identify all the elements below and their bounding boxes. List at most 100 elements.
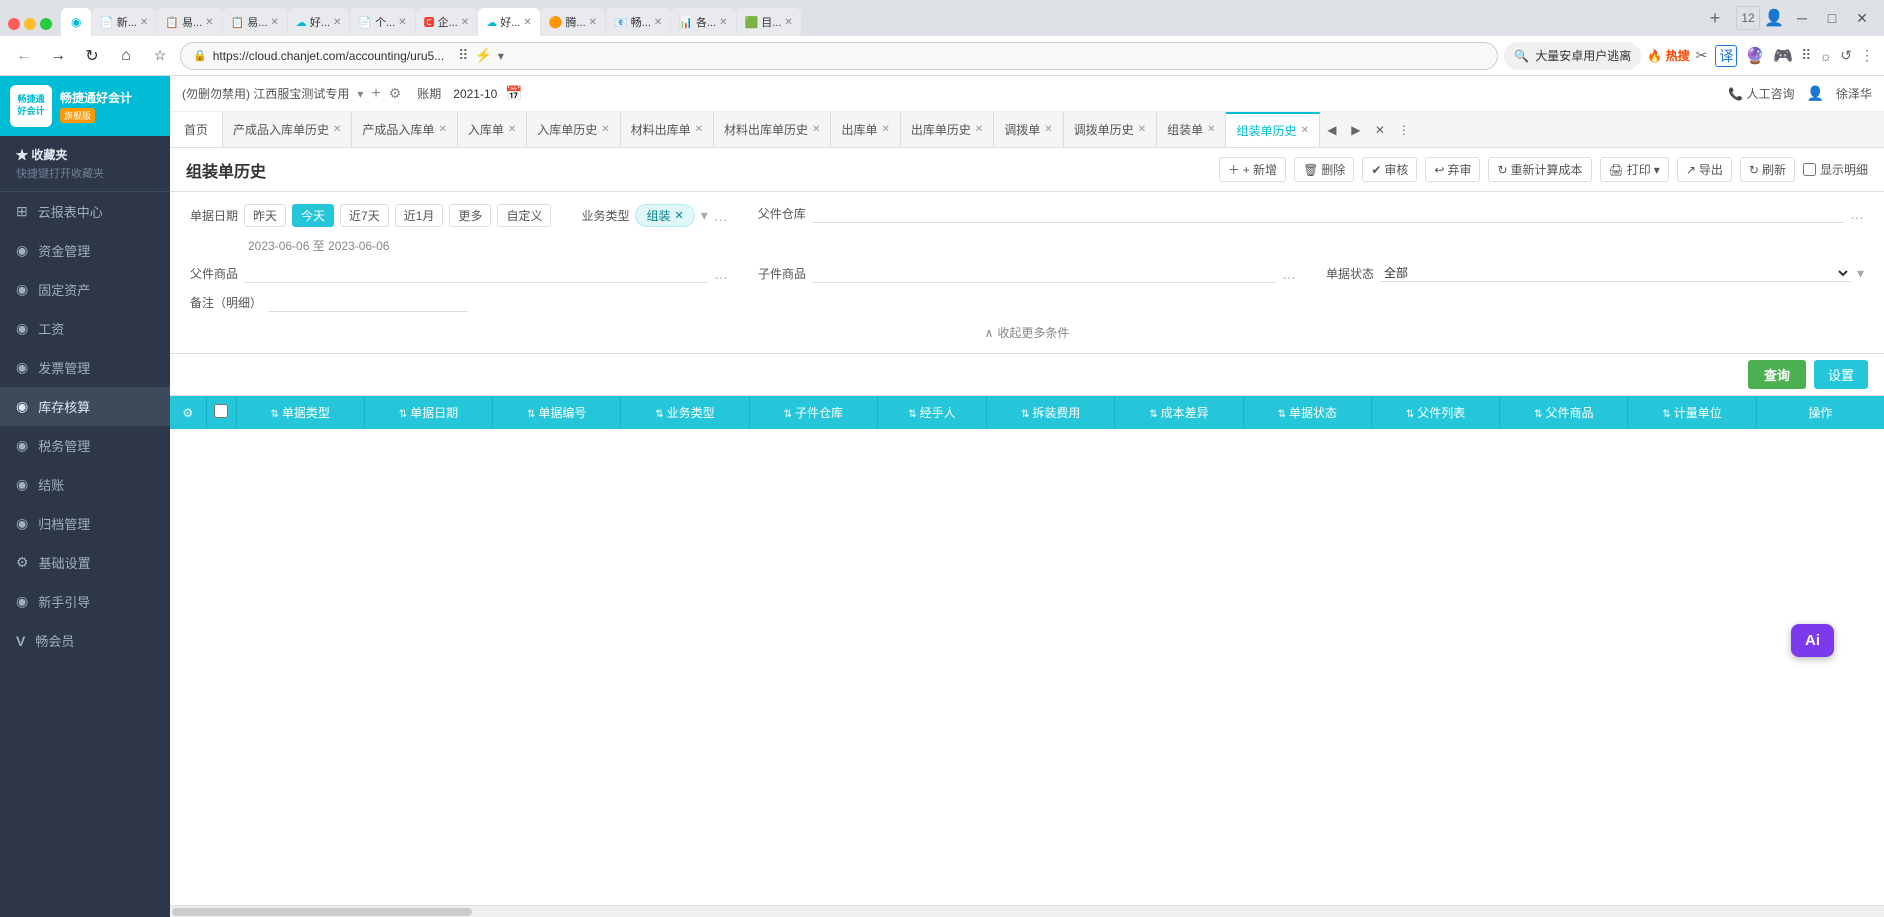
undo-icon[interactable]: ↺ xyxy=(1840,47,1852,64)
nav-back[interactable]: ← xyxy=(10,42,38,70)
tab-add-btn[interactable]: + xyxy=(1703,6,1727,30)
company-dropdown[interactable]: ▾ xyxy=(357,87,363,101)
win-minimize[interactable]: ─ xyxy=(1788,6,1816,30)
minimize-btn[interactable] xyxy=(24,18,36,30)
th-child-warehouse[interactable]: ⇅子件仓库 xyxy=(749,396,877,429)
tab-nav-item-9[interactable]: 调拨单 ✕ xyxy=(994,112,1063,148)
tab-close-8[interactable]: ✕ xyxy=(654,17,662,28)
tab-7[interactable]: 🟠 腾... ✕ xyxy=(541,8,605,36)
biz-type-dropdown[interactable]: ▾ xyxy=(701,207,708,224)
tab-6[interactable]: 🅲 企... ✕ xyxy=(416,8,478,36)
audit-btn[interactable]: ✔ 审核 xyxy=(1362,157,1417,182)
grid-icon[interactable]: ⠿ xyxy=(1801,47,1811,64)
nav-forward[interactable]: → xyxy=(44,42,72,70)
sidebar-item-closing[interactable]: ◉ 结账 xyxy=(0,465,170,504)
biz-type-tag[interactable]: 组装 ✕ xyxy=(635,204,694,227)
bottom-scrollbar[interactable] xyxy=(170,905,1884,917)
tab-close-1[interactable]: ✕ xyxy=(140,17,148,28)
date-btn-today[interactable]: 今天 xyxy=(292,204,334,227)
tab-5[interactable]: 📄 个... ✕ xyxy=(350,8,414,36)
tab-close-7[interactable]: ✕ xyxy=(589,17,597,28)
date-btn-7days[interactable]: 近7天 xyxy=(340,204,389,227)
browser-tab-ai-icon[interactable]: ◉ xyxy=(61,8,91,36)
sidebar-item-invoice[interactable]: ◉ 发票管理 xyxy=(0,348,170,387)
recalc-btn[interactable]: ↻ 重新计算成本 xyxy=(1488,157,1591,182)
maximize-btn[interactable] xyxy=(40,18,52,30)
close-tab-3[interactable]: ✕ xyxy=(508,124,516,135)
child-goods-more[interactable]: … xyxy=(1282,266,1296,282)
th-order-type[interactable]: ⇅单据类型 xyxy=(236,396,364,429)
print-btn[interactable]: 🖨 打印 ▾ xyxy=(1600,157,1669,182)
tab-close-9[interactable]: ✕ xyxy=(719,17,727,28)
user-service[interactable]: 📞 人工咨询 xyxy=(1728,85,1794,102)
win-restore[interactable]: □ xyxy=(1818,6,1846,30)
new-btn[interactable]: ＋ + 新增 xyxy=(1219,157,1286,182)
tab-10[interactable]: 🟩 目... ✕ xyxy=(737,8,801,36)
profile-icon[interactable]: 👤 xyxy=(1762,6,1786,30)
tab-more-menu[interactable]: ⋮ xyxy=(1392,112,1416,148)
export-btn[interactable]: ↗ 导出 xyxy=(1677,157,1732,182)
parent-goods-input[interactable] xyxy=(244,264,708,283)
company-settings-icon[interactable]: ⚙ xyxy=(389,85,402,102)
close-tab-1[interactable]: ✕ xyxy=(333,124,341,135)
select-all-checkbox[interactable] xyxy=(214,404,228,418)
refresh-btn[interactable]: ↻ 刷新 xyxy=(1740,157,1795,182)
tab-active[interactable]: ☁ 好... ✕ xyxy=(478,8,540,36)
order-status-dropdown[interactable]: ▾ xyxy=(1857,265,1864,282)
tab-3[interactable]: 📋 易... ✕ xyxy=(223,8,287,36)
th-cost-diff[interactable]: ⇅成本差异 xyxy=(1115,396,1243,429)
sidebar-item-reports[interactable]: ⊞ 云报表中心 xyxy=(0,192,170,231)
tab-close-6[interactable]: ✕ xyxy=(461,17,469,28)
tab-4[interactable]: ☁ 好... ✕ xyxy=(288,8,350,36)
nav-star[interactable]: ☆ xyxy=(146,42,174,70)
close-tab-10[interactable]: ✕ xyxy=(1138,124,1146,135)
user-avatar[interactable]: 👤 xyxy=(1807,85,1824,102)
biz-type-more[interactable]: … xyxy=(714,208,728,224)
address-bar[interactable]: 🔒 https://cloud.chanjet.com/accounting/u… xyxy=(180,42,1498,70)
collapse-btn[interactable]: ∧ 收起更多条件 xyxy=(190,320,1864,345)
nav-home[interactable]: ⌂ xyxy=(112,42,140,70)
ai-badge[interactable]: Ai xyxy=(1791,624,1834,657)
tab-nav-item-11[interactable]: 组装单 ✕ xyxy=(1157,112,1226,148)
close-tab-5[interactable]: ✕ xyxy=(695,124,703,135)
tab-nav-item-8[interactable]: 出库单历史 ✕ xyxy=(901,112,994,148)
date-btn-more[interactable]: 更多 xyxy=(449,204,491,227)
date-btn-yesterday[interactable]: 昨天 xyxy=(244,204,286,227)
query-btn[interactable]: 查询 xyxy=(1748,360,1806,389)
delete-btn[interactable]: 🗑 删除 xyxy=(1294,157,1354,182)
tab-nav-item-7[interactable]: 出库单 ✕ xyxy=(831,112,900,148)
show-detail-checkbox[interactable]: 显示明细 xyxy=(1803,161,1868,178)
close-tab-9[interactable]: ✕ xyxy=(1044,124,1052,135)
close-tab-4[interactable]: ✕ xyxy=(601,124,609,135)
tab-more-x[interactable]: ✕ xyxy=(1368,112,1392,148)
th-order-date[interactable]: ⇅单据日期 xyxy=(364,396,492,429)
tab-8[interactable]: 📧 畅... ✕ xyxy=(606,8,670,36)
sidebar-item-funds[interactable]: ◉ 资金管理 xyxy=(0,231,170,270)
th-unit[interactable]: ⇅计量单位 xyxy=(1628,396,1756,429)
tab-close-4[interactable]: ✕ xyxy=(333,17,341,28)
tab-overflow[interactable]: 12 xyxy=(1736,6,1760,30)
close-btn[interactable] xyxy=(8,18,20,30)
sidebar-item-archive[interactable]: ◉ 归档管理 xyxy=(0,504,170,543)
translate-icon[interactable]: 译 xyxy=(1715,45,1737,67)
tab-nav-item-5[interactable]: 材料出库单 ✕ xyxy=(621,112,714,148)
tab-nav-item-active[interactable]: 组装单历史 ✕ xyxy=(1226,112,1319,148)
th-parent-list[interactable]: ⇅父件列表 xyxy=(1371,396,1499,429)
th-handler[interactable]: ⇅经手人 xyxy=(877,396,986,429)
sidebar-item-salary[interactable]: ◉ 工资 xyxy=(0,309,170,348)
tab-close-3[interactable]: ✕ xyxy=(270,17,278,28)
th-disassemble-fee[interactable]: ⇅拆装费用 xyxy=(987,396,1115,429)
th-checkbox[interactable] xyxy=(206,396,236,429)
add-company-btn[interactable]: + xyxy=(371,85,380,103)
close-tab-11[interactable]: ✕ xyxy=(1207,124,1215,135)
parent-goods-more[interactable]: … xyxy=(714,266,728,282)
close-tab-8[interactable]: ✕ xyxy=(975,124,983,135)
sidebar-item-vip[interactable]: V 畅会员 xyxy=(0,621,170,660)
biz-tag-close[interactable]: ✕ xyxy=(674,209,683,222)
th-order-no[interactable]: ⇅单据编号 xyxy=(493,396,621,429)
tab-2[interactable]: 📋 易... ✕ xyxy=(157,8,221,36)
browser-search[interactable]: 🔍 大量安卓用户逃离 xyxy=(1504,42,1641,70)
filter-settings-btn[interactable]: 设置 xyxy=(1814,360,1868,389)
sidebar-item-inventory[interactable]: ◉ 库存核算 xyxy=(0,387,170,426)
tab-close-10[interactable]: ✕ xyxy=(784,17,792,28)
